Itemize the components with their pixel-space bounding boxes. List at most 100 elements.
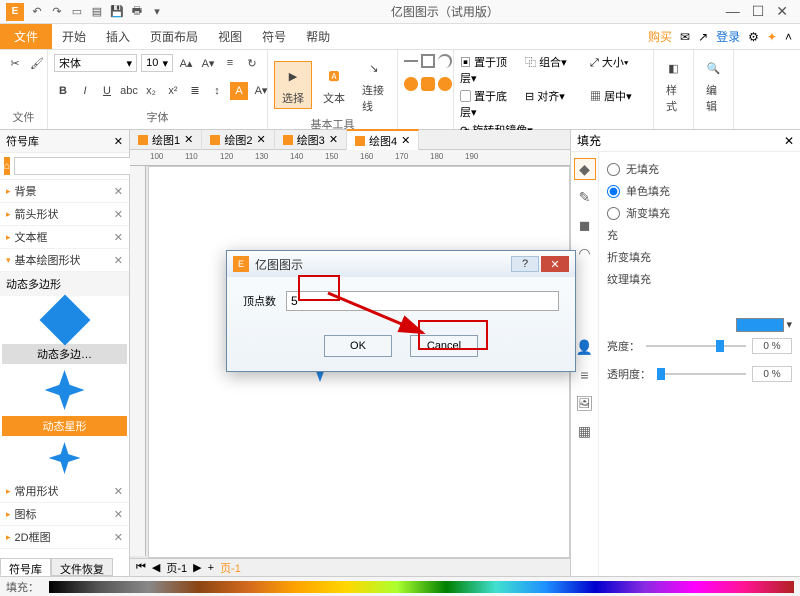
tab-file-recover[interactable]: 文件恢复 xyxy=(51,558,113,576)
shape-dynamic-polygon[interactable] xyxy=(0,296,129,344)
radio-solid-fill[interactable] xyxy=(607,185,620,198)
radio-gradient-fill[interactable] xyxy=(607,207,620,220)
mail-icon[interactable]: ✉ xyxy=(680,30,690,44)
shrink-font-icon[interactable]: A▾ xyxy=(199,54,217,72)
align-icon[interactable]: ≡ xyxy=(221,54,239,72)
bold-button[interactable]: B xyxy=(54,82,72,100)
paragraph-tool-icon[interactable]: ≡ xyxy=(574,364,596,386)
brightness-slider[interactable] xyxy=(646,345,746,347)
bullet-icon[interactable]: ≣ xyxy=(186,82,204,100)
font-size-select[interactable]: 10▾ xyxy=(141,54,173,72)
highlight-icon[interactable]: A xyxy=(230,82,248,100)
tab-insert[interactable]: 插入 xyxy=(96,24,140,49)
sub-button[interactable]: x₂ xyxy=(142,82,160,100)
cancel-button[interactable]: Cancel xyxy=(410,335,478,357)
home-icon[interactable]: ⌂ xyxy=(4,157,10,175)
panel-close-icon[interactable]: ✕ xyxy=(784,134,794,148)
lib-item-textbox[interactable]: ▸文本框✕ xyxy=(0,226,129,249)
sup-button[interactable]: x² xyxy=(164,82,182,100)
fill-tool-icon[interactable]: ◆ xyxy=(574,158,596,180)
opacity-value[interactable]: 0 % xyxy=(752,366,792,382)
save-icon[interactable]: 💾 xyxy=(110,5,124,19)
roundness-tool-icon[interactable]: ◠ xyxy=(574,242,596,264)
print-icon[interactable]: 🖶 xyxy=(130,5,144,19)
lib-item-common-shapes[interactable]: ▸常用形状✕ xyxy=(0,480,129,503)
color-picker-strip[interactable] xyxy=(49,581,794,593)
page-label-left[interactable]: 页-1 xyxy=(166,560,187,576)
paste-icon[interactable]: ✂ xyxy=(6,54,24,72)
tab-shapes-lib[interactable]: 符号库 xyxy=(0,558,51,576)
layer-tool-icon[interactable]: ▦ xyxy=(574,420,596,442)
buy-link[interactable]: 购买 xyxy=(648,28,672,45)
shape-line-icon[interactable] xyxy=(404,60,418,74)
line-tool-icon[interactable]: ✎ xyxy=(574,186,596,208)
shadow-tool-icon[interactable]: ◼ xyxy=(574,214,596,236)
ribbon-collapse-icon[interactable]: ˄ xyxy=(785,30,792,44)
send-back-button[interactable]: ▢ 置于底层▾ xyxy=(460,88,517,120)
radio-no-fill[interactable] xyxy=(607,163,620,176)
page-next-icon[interactable]: ▶ xyxy=(193,561,201,574)
doc-tab-1[interactable]: 绘图1✕ xyxy=(130,130,202,150)
text-tool[interactable]: 🅰文本 xyxy=(316,62,352,108)
tab-view[interactable]: 视图 xyxy=(208,24,252,49)
undo-icon[interactable]: ↶ xyxy=(30,5,44,19)
doc-tab-4[interactable]: 绘图4✕ xyxy=(347,129,419,151)
page-first-icon[interactable]: ⏮ xyxy=(136,561,146,574)
spacing-icon[interactable]: ↕ xyxy=(208,82,226,100)
dialog-close-icon[interactable]: ✕ xyxy=(541,256,569,272)
lib-close-icon[interactable]: ✕ xyxy=(114,185,123,198)
page-add-icon[interactable]: + xyxy=(208,562,214,574)
vertex-input[interactable] xyxy=(286,291,559,311)
new-icon[interactable]: ▭ xyxy=(70,5,84,19)
shape-rect-icon[interactable] xyxy=(421,54,435,68)
center-button[interactable]: ▦ 居中▾ xyxy=(590,88,647,120)
lib-close-icon[interactable]: ✕ xyxy=(114,208,123,221)
shape-dynamic-star[interactable] xyxy=(0,364,129,416)
shape-oval-icon[interactable] xyxy=(404,77,418,91)
open-icon[interactable]: ▤ xyxy=(90,5,104,19)
lib-item-2d-frames[interactable]: ▸2D框图✕ xyxy=(0,526,129,549)
shape-arc-icon[interactable] xyxy=(438,54,452,68)
lib-item-basic-shapes[interactable]: ▾基本绘图形状✕ xyxy=(0,249,129,272)
shape-roundrect-icon[interactable] xyxy=(421,77,435,91)
tab-pagelayout[interactable]: 页面布局 xyxy=(140,24,208,49)
italic-button[interactable]: I xyxy=(76,82,94,100)
doc-tab-2[interactable]: 绘图2✕ xyxy=(202,130,274,150)
strike-button[interactable]: abc xyxy=(120,82,138,100)
share-icon[interactable]: ↗ xyxy=(698,30,708,44)
size-button[interactable]: ⤢ 大小▾ xyxy=(590,54,647,86)
edit-button[interactable]: 🔍编辑 xyxy=(700,54,727,116)
group-button[interactable]: ⿻ 组合▾ xyxy=(525,54,582,86)
ok-button[interactable]: OK xyxy=(324,335,392,357)
user-tool-icon[interactable]: 👤 xyxy=(574,336,596,358)
curve-text-icon[interactable]: ↻ xyxy=(243,54,261,72)
grow-font-icon[interactable]: A▴ xyxy=(177,54,195,72)
underline-button[interactable]: U xyxy=(98,82,116,100)
tab-symbol[interactable]: 符号 xyxy=(252,24,296,49)
maximize-icon[interactable]: ☐ xyxy=(752,3,765,20)
file-tab[interactable]: 文件 xyxy=(0,24,52,49)
lib-close-icon[interactable]: ✕ xyxy=(114,254,123,267)
doc-tab-3[interactable]: 绘图3✕ xyxy=(275,130,347,150)
page-prev-icon[interactable]: ◀ xyxy=(152,561,160,574)
fill-color-swatch[interactable] xyxy=(736,318,784,332)
dialog-help-icon[interactable]: ? xyxy=(511,256,539,272)
page-label-right[interactable]: 页-1 xyxy=(220,560,241,576)
align-button[interactable]: ⊟ 对齐▾ xyxy=(525,88,582,120)
close-icon[interactable]: ✕ xyxy=(776,3,788,20)
shape-circle-icon[interactable] xyxy=(438,77,452,91)
style-button[interactable]: ◧样式 xyxy=(660,54,687,116)
brightness-value[interactable]: 0 % xyxy=(752,338,792,354)
connector-tool[interactable]: ↘连接线 xyxy=(356,54,392,116)
tab-help[interactable]: 帮助 xyxy=(296,24,340,49)
panel-close-icon[interactable]: ✕ xyxy=(114,135,123,148)
minimize-icon[interactable]: — xyxy=(726,3,740,20)
format-painter-icon[interactable]: 🖌 xyxy=(28,54,46,72)
lib-item-background[interactable]: ▸背景✕ xyxy=(0,180,129,203)
opacity-slider[interactable] xyxy=(657,373,746,375)
select-tool[interactable]: ▶选择 xyxy=(274,61,312,109)
shape-ninja-star[interactable] xyxy=(0,436,129,480)
lib-close-icon[interactable]: ✕ xyxy=(114,231,123,244)
image-tool-icon[interactable]: 🖼 xyxy=(574,392,596,414)
bring-front-button[interactable]: ▣ 置于顶层▾ xyxy=(460,54,517,86)
